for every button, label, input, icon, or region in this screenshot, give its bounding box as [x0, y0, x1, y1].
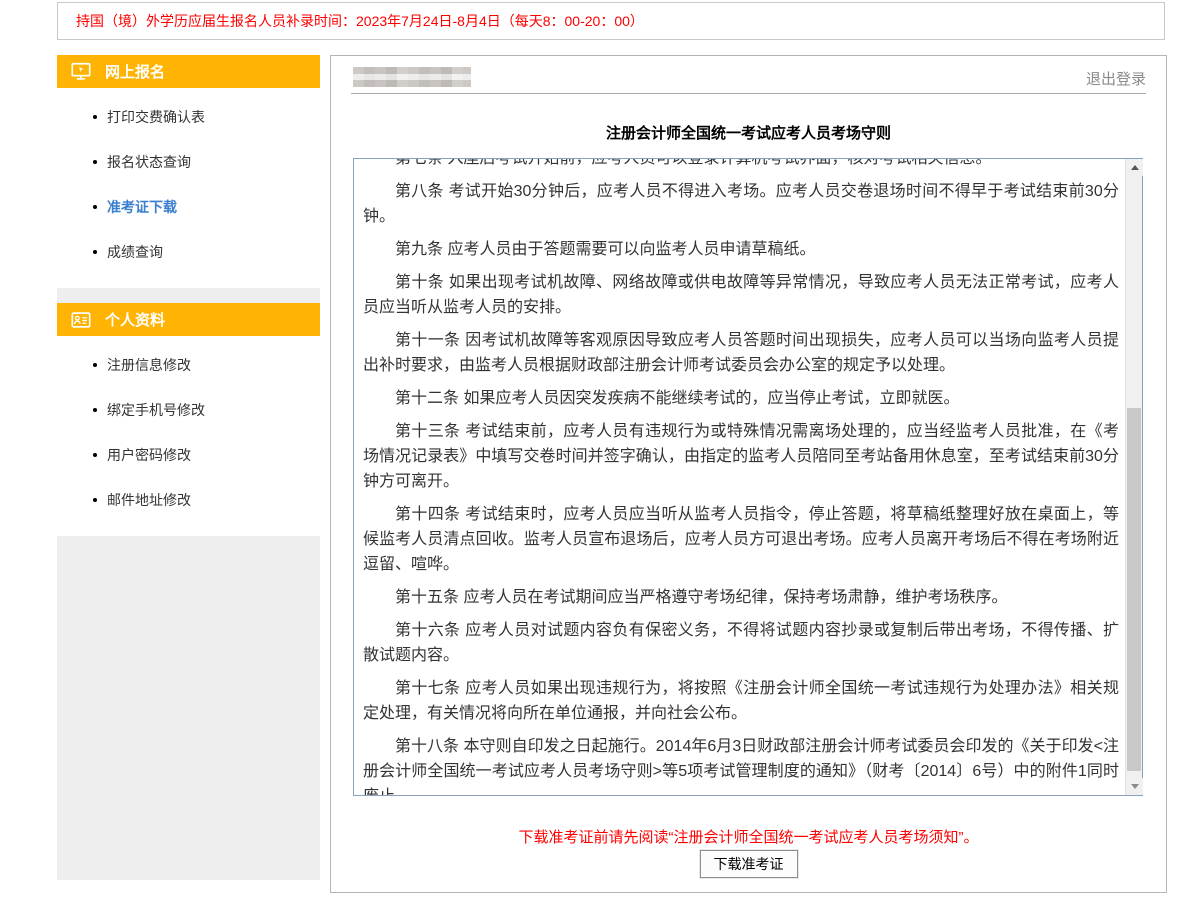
rule-paragraph: 第十五条 应考人员在考试期间应当严格遵守考场纪律，保持考场肃静，维护考场秩序。 — [395, 589, 1008, 606]
main-panel: 退出登录 注册会计师全国统一考试应考人员考场守则 第七条 入座后考试开始前，应考… — [330, 55, 1167, 893]
rule-paragraph: 第八条 考试开始30分钟后，应考人员不得进入考场。应考人员交卷退场时间不得早于考… — [363, 183, 1119, 225]
sidebar-list-personal-info: 注册信息修改 绑定手机号修改 用户密码修改 邮件地址修改 — [57, 336, 320, 536]
supplementary-registration-banner: 持国（境）外学历应届生报名人员补录时间：2023年7月24日-8月4日（每天8：… — [57, 2, 1165, 40]
download-notice: 下载准考证前请先阅读“注册会计师全国统一考试应考人员考场须知”。 — [518, 829, 979, 846]
scrollbar-thumb[interactable] — [1127, 408, 1141, 771]
sidebar-section-online-registration: 网上报名 打印交费确认表 报名状态查询 准考证下载 成绩查询 — [57, 55, 320, 288]
sidebar-header-personal-info: 个人资料 — [57, 303, 320, 336]
sidebar-section-title: 个人资料 — [105, 312, 166, 329]
rule-paragraph: 第十二条 如果应考人员因突发疾病不能继续考试的，应当停止考试，立即就医。 — [395, 390, 960, 407]
rule-paragraph: 第九条 应考人员由于答题需要可以向监考人员申请草稿纸。 — [395, 241, 816, 258]
sidebar-item-label: 绑定手机号修改 — [107, 401, 205, 418]
bullet-icon — [93, 362, 97, 367]
logout-link[interactable]: 退出登录 — [1086, 68, 1146, 89]
bullet-icon — [93, 204, 97, 209]
redacted-username — [353, 67, 471, 87]
sidebar-header-online-registration: 网上报名 — [57, 55, 320, 88]
bullet-icon — [93, 452, 97, 457]
sidebar-item-edit-email[interactable]: 邮件地址修改 — [57, 477, 320, 522]
scroll-up-button[interactable] — [1126, 159, 1143, 176]
sidebar-section-title: 网上报名 — [105, 64, 166, 81]
rule-paragraph: 第十八条 本守则自印发之日起施行。2014年6月3日财政部注册会计师考试委员会印… — [363, 738, 1119, 795]
sidebar-item-label: 打印交费确认表 — [107, 108, 205, 125]
download-admission-ticket-button[interactable]: 下载准考证 — [699, 850, 798, 878]
bullet-icon — [93, 249, 97, 254]
vertical-scrollbar[interactable] — [1125, 159, 1143, 795]
sidebar-item-print-payment-confirmation[interactable]: 打印交费确认表 — [57, 94, 320, 139]
arrow-up-icon — [1130, 165, 1139, 170]
sidebar-section-personal-info: 个人资料 注册信息修改 绑定手机号修改 用户密码修改 邮件地址修改 — [57, 303, 320, 536]
sidebar-item-label: 成绩查询 — [107, 243, 163, 260]
header-divider — [351, 93, 1146, 94]
banner-text: 持国（境）外学历应届生报名人员补录时间：2023年7月24日-8月4日（每天8：… — [76, 13, 644, 29]
bullet-icon — [93, 159, 97, 164]
sidebar-item-edit-registration-info[interactable]: 注册信息修改 — [57, 342, 320, 387]
rule-paragraph: 第十一条 因考试机故障等客观原因导致应考人员答题时间出现损失，应考人员可以当场向… — [363, 332, 1119, 374]
sidebar-item-label: 注册信息修改 — [107, 356, 191, 373]
id-card-icon — [70, 309, 92, 331]
monitor-icon — [70, 61, 92, 83]
sidebar-item-score-inquiry[interactable]: 成绩查询 — [57, 229, 320, 274]
sidebar: 网上报名 打印交费确认表 报名状态查询 准考证下载 成绩查询 个人资料 注册信息… — [57, 55, 320, 880]
arrow-down-icon — [1130, 784, 1139, 789]
exam-rules-text: 第七条 入座后考试开始前，应考人员可以登录计算机考试界面，核对考试相关信息。 第… — [354, 159, 1125, 795]
bullet-icon — [93, 114, 97, 119]
bullet-icon — [93, 497, 97, 502]
rule-paragraph: 第十条 如果出现考试机故障、网络故障或供电故障等异常情况，导致应考人员无法正常考… — [363, 274, 1119, 316]
sidebar-item-label: 报名状态查询 — [107, 153, 191, 170]
rule-paragraph: 第十七条 应考人员如果出现违规行为，将按照《注册会计师全国统一考试违规行为处理办… — [363, 680, 1119, 722]
rule-paragraph: 第十四条 考试结束时，应考人员应当听从监考人员指令，停止答题，将草稿纸整理好放在… — [363, 506, 1119, 573]
sidebar-list-online-registration: 打印交费确认表 报名状态查询 准考证下载 成绩查询 — [57, 88, 320, 288]
sidebar-item-edit-password[interactable]: 用户密码修改 — [57, 432, 320, 477]
sidebar-item-label: 用户密码修改 — [107, 446, 191, 463]
rule-paragraph: 第七条 入座后考试开始前，应考人员可以登录计算机考试界面，核对考试相关信息。 — [363, 159, 1119, 171]
sidebar-item-admission-ticket-download[interactable]: 准考证下载 — [57, 184, 320, 229]
scroll-down-button[interactable] — [1126, 778, 1143, 795]
bullet-icon — [93, 407, 97, 412]
sidebar-item-label: 邮件地址修改 — [107, 491, 191, 508]
page-title: 注册会计师全国统一考试应考人员考场守则 — [605, 125, 891, 142]
rule-paragraph: 第十六条 应考人员对试题内容负有保密义务，不得将试题内容抄录或复制后带出考场，不… — [363, 622, 1119, 664]
sidebar-item-registration-status[interactable]: 报名状态查询 — [57, 139, 320, 184]
sidebar-item-label: 准考证下载 — [107, 198, 177, 215]
rule-paragraph: 第十三条 考试结束前，应考人员有违规行为或特殊情况需离场处理的，应当经监考人员批… — [363, 423, 1119, 490]
exam-rules-scrollbox[interactable]: 第七条 入座后考试开始前，应考人员可以登录计算机考试界面，核对考试相关信息。 第… — [353, 158, 1143, 796]
sidebar-item-edit-bound-phone[interactable]: 绑定手机号修改 — [57, 387, 320, 432]
